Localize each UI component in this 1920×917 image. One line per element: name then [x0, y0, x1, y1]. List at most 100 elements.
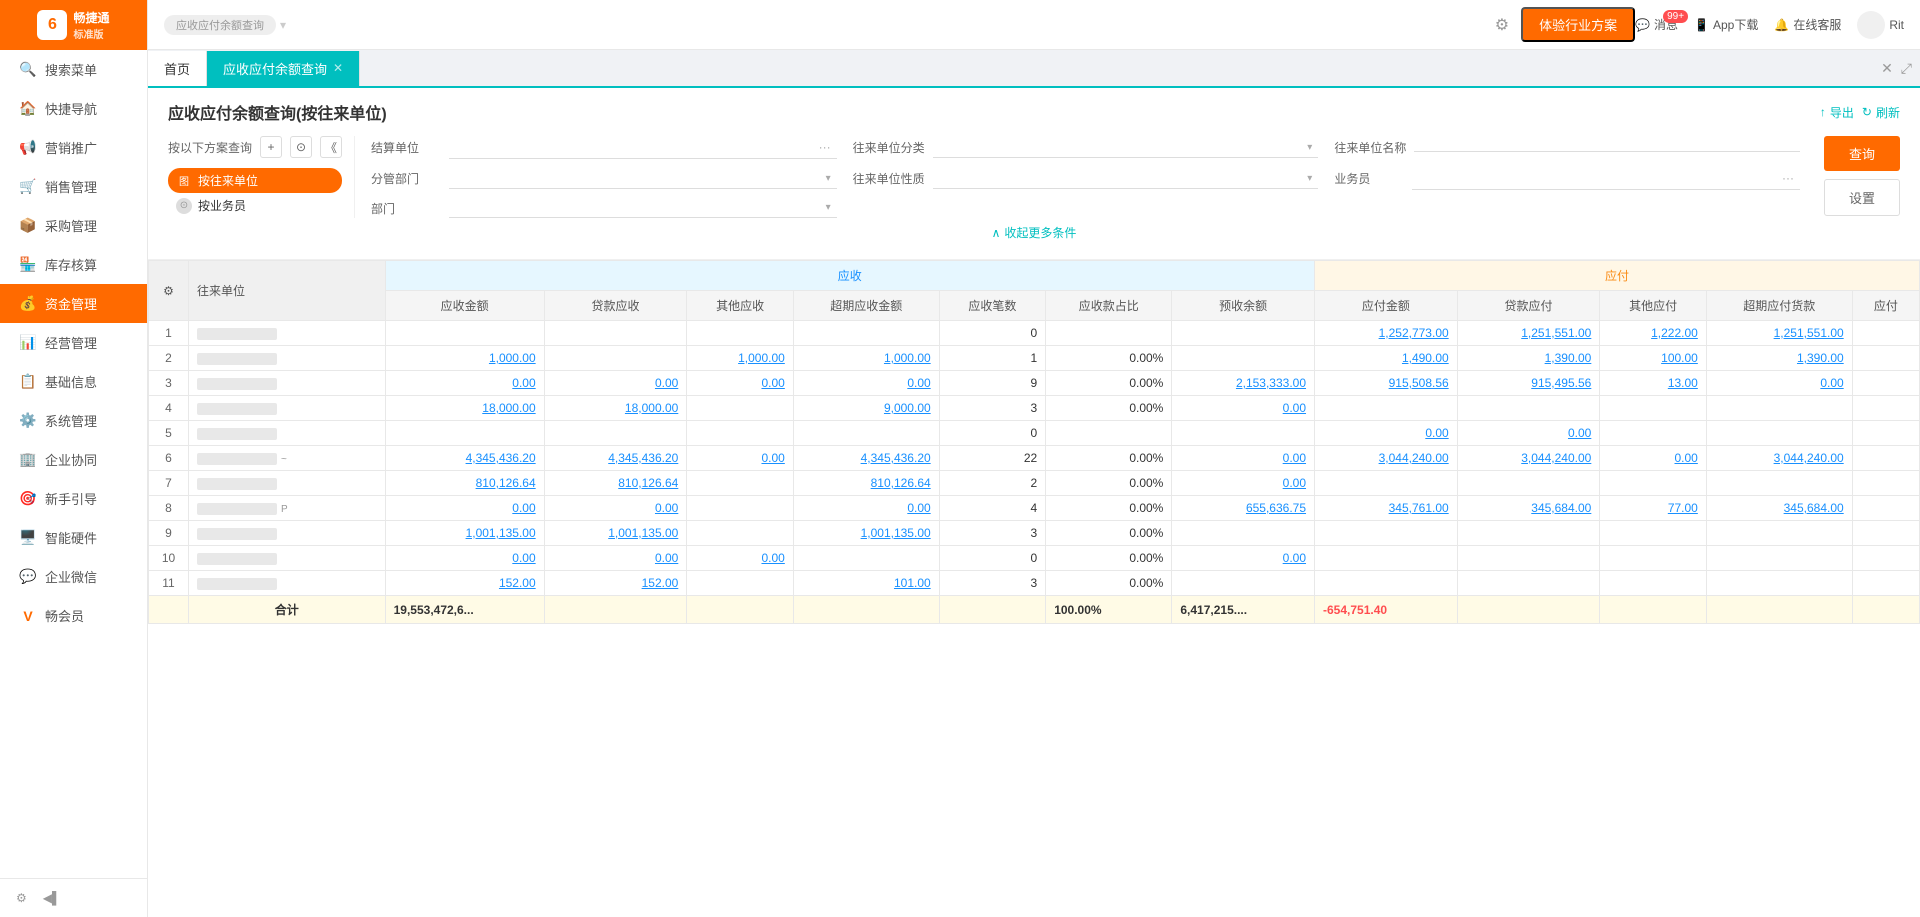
- staff-input[interactable]: ···: [1412, 167, 1800, 190]
- row-cell[interactable]: [544, 321, 687, 346]
- row-cell[interactable]: [1046, 321, 1172, 346]
- settle-unit-input[interactable]: ···: [449, 136, 837, 159]
- cell-link[interactable]: 1,222.00: [1651, 326, 1698, 340]
- cell-link[interactable]: 655,636.75: [1246, 501, 1306, 515]
- row-cell[interactable]: [1172, 321, 1315, 346]
- sidebar-item-member[interactable]: V 畅会员: [0, 596, 147, 635]
- row-cell[interactable]: 810,126.64: [385, 471, 544, 496]
- table-settings-icon[interactable]: ⚙: [163, 284, 174, 298]
- row-cell[interactable]: 0.00: [1706, 371, 1852, 396]
- row-cell[interactable]: 0.00: [1172, 471, 1315, 496]
- row-cell[interactable]: [1706, 396, 1852, 421]
- row-cell[interactable]: 0.00: [687, 371, 794, 396]
- partner-name-input[interactable]: [1414, 143, 1800, 152]
- cell-link[interactable]: 0.00: [1674, 451, 1697, 465]
- row-cell[interactable]: 0.00%: [1046, 546, 1172, 571]
- row-cell[interactable]: 0.00%: [1046, 571, 1172, 596]
- row-cell[interactable]: 0.00: [687, 446, 794, 471]
- cell-link[interactable]: 0.00: [907, 501, 930, 515]
- cell-link[interactable]: 0.00: [1820, 376, 1843, 390]
- cell-link[interactable]: 3,044,240.00: [1379, 451, 1449, 465]
- row-cell[interactable]: [1457, 571, 1600, 596]
- cell-link[interactable]: 0.00: [655, 376, 678, 390]
- row-cell[interactable]: [687, 321, 794, 346]
- cell-link[interactable]: 0.00: [1283, 476, 1306, 490]
- row-cell[interactable]: [687, 496, 794, 521]
- row-cell[interactable]: 1,222.00: [1600, 321, 1707, 346]
- cell-link[interactable]: 4,345,436.20: [608, 451, 678, 465]
- sidebar-item-sales[interactable]: 🛒 销售管理: [0, 167, 147, 206]
- row-cell[interactable]: [385, 421, 544, 446]
- row-cell[interactable]: [1457, 471, 1600, 496]
- row-cell[interactable]: 1,251,551.00: [1706, 321, 1852, 346]
- user-info[interactable]: Rit: [1857, 11, 1904, 39]
- row-cell[interactable]: 0.00: [793, 371, 939, 396]
- row-cell[interactable]: [1600, 521, 1707, 546]
- message-button[interactable]: 💬 消息 99+: [1635, 16, 1678, 33]
- tab-maximize-icon[interactable]: ⤢: [1901, 60, 1912, 77]
- row-cell[interactable]: [1852, 421, 1919, 446]
- row-cell[interactable]: 915,508.56: [1315, 371, 1458, 396]
- row-cell[interactable]: [544, 346, 687, 371]
- edit-scheme-button[interactable]: ⊙: [290, 136, 312, 158]
- row-cell[interactable]: [1852, 321, 1919, 346]
- scheme-option-staff[interactable]: ⊙ 按业务员: [168, 193, 342, 218]
- row-cell[interactable]: 1,251,551.00: [1457, 321, 1600, 346]
- cell-link[interactable]: 0.00: [761, 451, 784, 465]
- row-cell[interactable]: [1457, 546, 1600, 571]
- tab-close-all-icon[interactable]: ✕: [1881, 60, 1893, 77]
- row-cell[interactable]: 0.00%: [1046, 521, 1172, 546]
- cell-link[interactable]: 1,390.00: [1797, 351, 1844, 365]
- row-cell[interactable]: [1600, 396, 1707, 421]
- row-cell[interactable]: [687, 571, 794, 596]
- row-cell[interactable]: 3: [939, 521, 1046, 546]
- cell-link[interactable]: 0.00: [761, 376, 784, 390]
- app-download-button[interactable]: 📱 App下载: [1694, 16, 1758, 33]
- collapse-more-button[interactable]: ∧ 收起更多条件: [168, 218, 1900, 247]
- cell-link[interactable]: 0.00: [1425, 426, 1448, 440]
- row-cell[interactable]: 0.00: [1172, 546, 1315, 571]
- row-cell[interactable]: 4,345,436.20: [793, 446, 939, 471]
- cell-link[interactable]: 0.00: [512, 551, 535, 565]
- row-cell[interactable]: [1315, 396, 1458, 421]
- online-service-button[interactable]: 🔔 在线客服: [1774, 16, 1841, 33]
- row-cell[interactable]: [1706, 421, 1852, 446]
- cell-link[interactable]: 1,000.00: [884, 351, 931, 365]
- cell-link[interactable]: 1,252,773.00: [1379, 326, 1449, 340]
- row-cell[interactable]: 0.00%: [1046, 471, 1172, 496]
- row-cell[interactable]: 1: [939, 346, 1046, 371]
- sidebar-item-wechat[interactable]: 💬 企业微信: [0, 557, 147, 596]
- refresh-button[interactable]: ↻ 刷新: [1862, 104, 1900, 121]
- sidebar-item-operation[interactable]: 📊 经营管理: [0, 323, 147, 362]
- row-cell[interactable]: [1852, 571, 1919, 596]
- row-cell[interactable]: 0.00: [793, 496, 939, 521]
- row-cell[interactable]: 0.00: [544, 546, 687, 571]
- row-cell[interactable]: 0: [939, 546, 1046, 571]
- row-cell[interactable]: 3,044,240.00: [1315, 446, 1458, 471]
- row-cell[interactable]: [544, 421, 687, 446]
- row-cell[interactable]: [1706, 546, 1852, 571]
- tab-close-icon[interactable]: ✕: [333, 61, 343, 75]
- cell-link[interactable]: 0.00: [1568, 426, 1591, 440]
- row-cell[interactable]: [1457, 396, 1600, 421]
- row-cell[interactable]: 1,001,135.00: [793, 521, 939, 546]
- row-cell[interactable]: 0.00: [385, 371, 544, 396]
- sidebar-item-system[interactable]: ⚙️ 系统管理: [0, 401, 147, 440]
- row-cell[interactable]: 1,000.00: [385, 346, 544, 371]
- row-cell[interactable]: 9: [939, 371, 1046, 396]
- scheme-option-partner[interactable]: 图 按往来单位: [168, 168, 342, 193]
- row-cell[interactable]: 1,490.00: [1315, 346, 1458, 371]
- row-cell[interactable]: 0: [939, 321, 1046, 346]
- dept-input[interactable]: ▾: [449, 198, 837, 218]
- row-cell[interactable]: 100.00: [1600, 346, 1707, 371]
- row-cell[interactable]: 0.00: [544, 496, 687, 521]
- row-cell[interactable]: 0.00: [1457, 421, 1600, 446]
- row-cell[interactable]: [687, 521, 794, 546]
- row-cell[interactable]: 655,636.75: [1172, 496, 1315, 521]
- cell-link[interactable]: 915,495.56: [1531, 376, 1591, 390]
- row-cell[interactable]: [687, 396, 794, 421]
- row-cell[interactable]: 152.00: [385, 571, 544, 596]
- row-cell[interactable]: 0.00: [1600, 446, 1707, 471]
- cell-link[interactable]: 0.00: [512, 501, 535, 515]
- col-settings-header[interactable]: ⚙: [149, 261, 189, 321]
